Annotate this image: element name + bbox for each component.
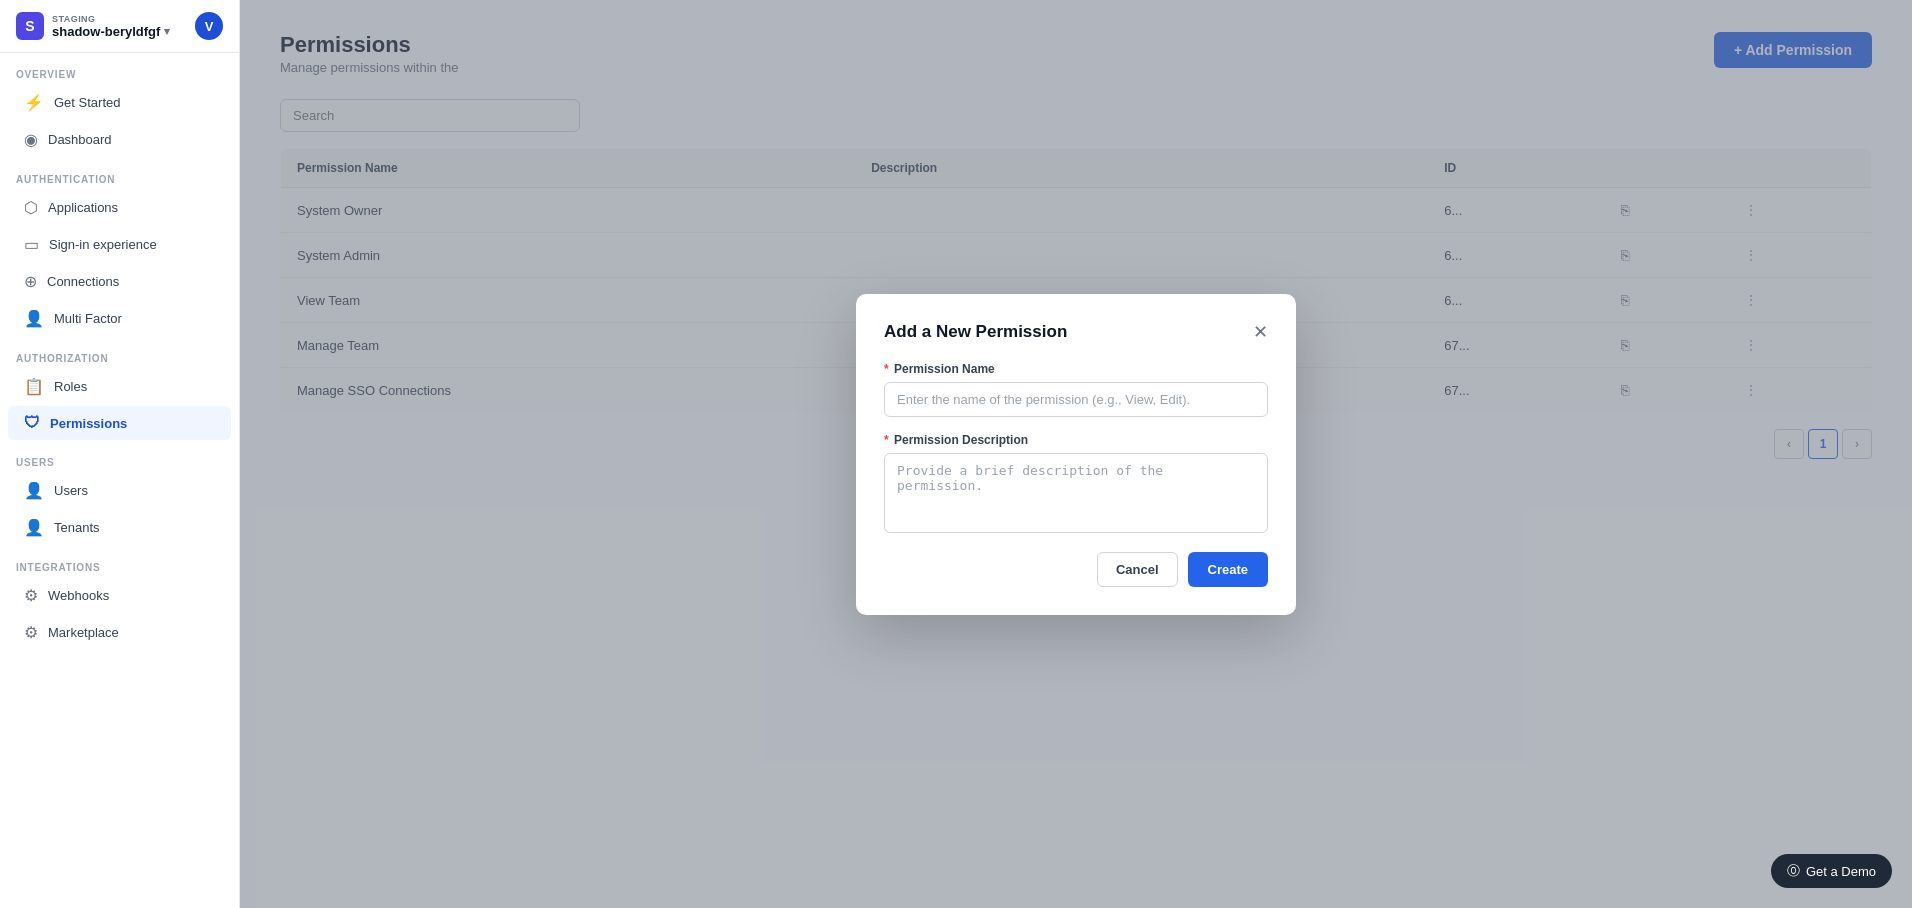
marketplace-icon: ⚙ — [24, 623, 38, 642]
tenants-icon: 👤 — [24, 518, 44, 537]
sidebar-item-permissions[interactable]: 🛡 Permissions — [8, 406, 231, 440]
section-label-users: USERS — [0, 441, 239, 472]
roles-icon: 📋 — [24, 377, 44, 396]
section-label-authentication: AUTHENTICATION — [0, 158, 239, 189]
help-circle-icon: ⓪ — [1787, 862, 1800, 880]
add-permission-modal: Add a New Permission ✕ * Permission Name… — [856, 294, 1296, 615]
sidebar: S STAGING shadow-beryldfgf ▾ V OVERVIEW … — [0, 0, 240, 908]
sidebar-item-tenants[interactable]: 👤 Tenants — [8, 510, 231, 545]
sidebar-item-roles[interactable]: 📋 Roles — [8, 369, 231, 404]
get-demo-label: Get a Demo — [1806, 864, 1876, 879]
sidebar-item-sign-in-experience[interactable]: ▭ Sign-in experience — [8, 227, 231, 262]
sidebar-item-label: Tenants — [54, 520, 100, 535]
sign-in-icon: ▭ — [24, 235, 39, 254]
permissions-icon: 🛡 — [24, 414, 40, 432]
modal-close-button[interactable]: ✕ — [1253, 323, 1268, 341]
sidebar-item-marketplace[interactable]: ⚙ Marketplace — [8, 615, 231, 650]
staging-badge: STAGING — [52, 14, 170, 24]
required-asterisk: * — [884, 362, 889, 376]
sidebar-item-dashboard[interactable]: ◉ Dashboard — [8, 122, 231, 157]
sidebar-item-label: Multi Factor — [54, 311, 122, 326]
sidebar-item-label: Dashboard — [48, 132, 112, 147]
dashboard-icon: ◉ — [24, 130, 38, 149]
sidebar-item-users[interactable]: 👤 Users — [8, 473, 231, 508]
sidebar-item-get-started[interactable]: ⚡ Get Started — [8, 85, 231, 120]
permission-description-group: * Permission Description — [884, 433, 1268, 536]
permission-description-label: * Permission Description — [884, 433, 1268, 447]
sidebar-item-label: Connections — [47, 274, 119, 289]
modal-title: Add a New Permission — [884, 322, 1067, 342]
modal-header: Add a New Permission ✕ — [884, 322, 1268, 342]
webhooks-icon: ⚙ — [24, 586, 38, 605]
modal-actions: Cancel Create — [884, 552, 1268, 587]
modal-overlay: Add a New Permission ✕ * Permission Name… — [240, 0, 1912, 908]
main-area: Permissions Manage permissions within th… — [240, 0, 1912, 908]
sidebar-item-label: Permissions — [50, 416, 127, 431]
permission-name-group: * Permission Name — [884, 362, 1268, 417]
sidebar-item-multi-factor[interactable]: 👤 Multi Factor — [8, 301, 231, 336]
section-label-authorization: AUTHORIZATION — [0, 337, 239, 368]
sidebar-org: STAGING shadow-beryldfgf ▾ — [52, 14, 170, 39]
applications-icon: ⬡ — [24, 198, 38, 217]
permission-description-input[interactable] — [884, 453, 1268, 533]
sidebar-header: S STAGING shadow-beryldfgf ▾ V — [0, 0, 239, 53]
avatar: V — [195, 12, 223, 40]
sidebar-logo: S — [16, 12, 44, 40]
chevron-down-icon: ▾ — [164, 25, 170, 38]
permission-name-input[interactable] — [884, 382, 1268, 417]
required-asterisk: * — [884, 433, 889, 447]
sidebar-item-applications[interactable]: ⬡ Applications — [8, 190, 231, 225]
section-label-integrations: INTEGRATIONS — [0, 546, 239, 577]
sidebar-item-label: Marketplace — [48, 625, 119, 640]
sidebar-item-label: Applications — [48, 200, 118, 215]
permission-name-label: * Permission Name — [884, 362, 1268, 376]
connections-icon: ⊕ — [24, 272, 37, 291]
sidebar-item-label: Get Started — [54, 95, 120, 110]
sidebar-item-connections[interactable]: ⊕ Connections — [8, 264, 231, 299]
section-label-overview: OVERVIEW — [0, 53, 239, 84]
sidebar-item-label: Webhooks — [48, 588, 109, 603]
users-icon: 👤 — [24, 481, 44, 500]
org-name: shadow-beryldfgf ▾ — [52, 24, 170, 39]
lightning-icon: ⚡ — [24, 93, 44, 112]
get-demo-button[interactable]: ⓪ Get a Demo — [1771, 854, 1892, 888]
sidebar-item-label: Roles — [54, 379, 87, 394]
sidebar-item-webhooks[interactable]: ⚙ Webhooks — [8, 578, 231, 613]
create-button[interactable]: Create — [1188, 552, 1268, 587]
sidebar-item-label: Users — [54, 483, 88, 498]
multi-factor-icon: 👤 — [24, 309, 44, 328]
sidebar-item-label: Sign-in experience — [49, 237, 157, 252]
cancel-button[interactable]: Cancel — [1097, 552, 1178, 587]
